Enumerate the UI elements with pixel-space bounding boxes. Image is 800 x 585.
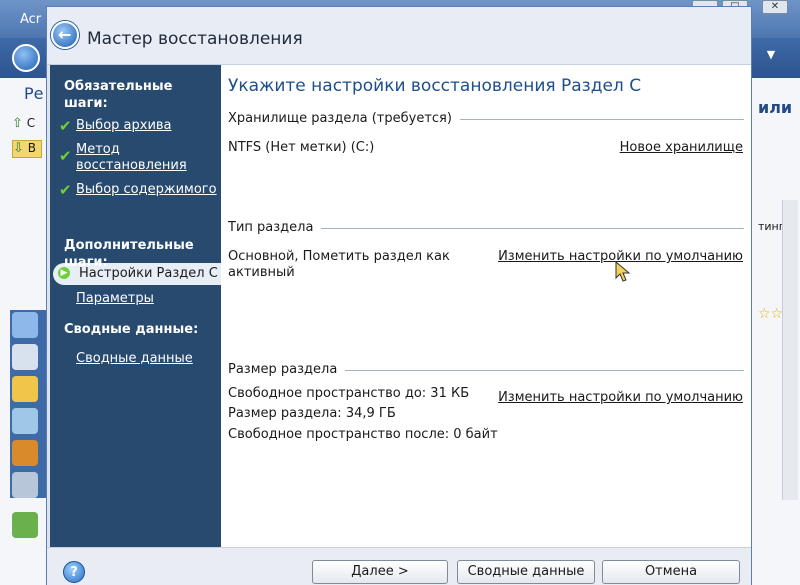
partition-size-section-title: Размер раздела (228, 362, 346, 377)
up-arrow-icon: ⇧ (12, 116, 23, 131)
step-select-archive[interactable]: Выбор архива (76, 118, 172, 134)
down-arrow-icon: ⇩ (13, 141, 24, 156)
recovery-wizard-dialog: ← Мастер восстановления Обязательные шаг… (46, 6, 752, 585)
partition-type-section-title: Тип раздела (228, 220, 322, 235)
required-steps-heading: Обязательные шаги: (64, 79, 173, 111)
chevron-down-icon[interactable]: ▼ (758, 48, 784, 68)
info-icon[interactable] (12, 312, 38, 338)
change-partition-size-link[interactable]: Изменить настройки по умолчанию (498, 390, 743, 405)
download-icon[interactable] (12, 512, 38, 538)
free-space-before: Свободное пространство до: 31 КБ (228, 386, 470, 401)
search-icon[interactable] (12, 472, 38, 498)
help-icon[interactable]: ? (63, 561, 85, 583)
storage-section-title: Хранилище раздела (требуется) (228, 111, 460, 126)
step-select-content[interactable]: Выбор содержимого (76, 182, 217, 198)
back-arrow-icon[interactable]: ← (51, 21, 79, 49)
partition-size-value: Размер раздела: 34,9 ГБ (228, 406, 396, 421)
optional-steps-heading: Дополнительные шаги: (64, 238, 194, 270)
checkmark-icon: ✔ (59, 181, 72, 199)
clock-icon[interactable] (12, 376, 38, 402)
step-summary[interactable]: Сводные данные (76, 351, 193, 367)
tree-item-label: В (27, 141, 36, 155)
recovery-icon[interactable] (12, 344, 38, 370)
partition-type-value: Основной, Пометить раздел как активный (228, 249, 450, 280)
storage-value: NTFS (Нет метки) (C:) (228, 140, 375, 155)
free-space-after: Свободное пространство после: 0 байт (228, 427, 498, 442)
next-button[interactable]: Далее > (312, 560, 448, 584)
close-button[interactable]: ✕ (762, 0, 788, 14)
dialog-titlebar: ← Мастер восстановления (47, 7, 751, 65)
wizard-steps-sidebar: Обязательные шаги: ✔ Выбор архива ✔ Мето… (50, 65, 221, 547)
toolbox-icon[interactable] (12, 440, 38, 466)
summary-button[interactable]: Сводные данные (457, 560, 595, 584)
background-left-heading: Ре (24, 84, 44, 103)
background-tree-item-selected[interactable]: ⇩ В (12, 140, 42, 158)
step-parameters[interactable]: Параметры (76, 291, 154, 307)
settings-panel: Укажите настройки восстановления Раздел … (221, 65, 751, 547)
new-storage-link[interactable]: Новое хранилище (620, 140, 743, 155)
background-tree-item[interactable]: ⇧ С (12, 116, 42, 134)
dialog-title: Мастер восстановления (87, 29, 303, 49)
dialog-button-bar: ? Далее > Сводные данные Отмена (47, 547, 751, 585)
checkmark-icon: ✔ (59, 147, 72, 165)
tree-item-label: С (26, 116, 36, 130)
summary-heading: Сводные данные: (64, 322, 199, 337)
cancel-button[interactable]: Отмена (602, 560, 740, 584)
page-title: Укажите настройки восстановления Раздел … (228, 76, 642, 96)
checkmark-icon: ✔ (59, 117, 72, 135)
background-back-icon[interactable] (12, 44, 40, 72)
background-task-bar (10, 310, 47, 498)
step-recovery-method[interactable]: Метод восстановления (76, 142, 206, 174)
background-right-heading: или (758, 98, 793, 117)
background-right-label: тинг (758, 220, 785, 233)
monitor-check-icon[interactable] (12, 408, 38, 434)
background-scrollbar[interactable] (782, 200, 798, 500)
mouse-cursor-icon (615, 261, 631, 282)
background-title: Acr (20, 12, 42, 27)
star-rating-icon: ☆☆ (758, 306, 784, 322)
